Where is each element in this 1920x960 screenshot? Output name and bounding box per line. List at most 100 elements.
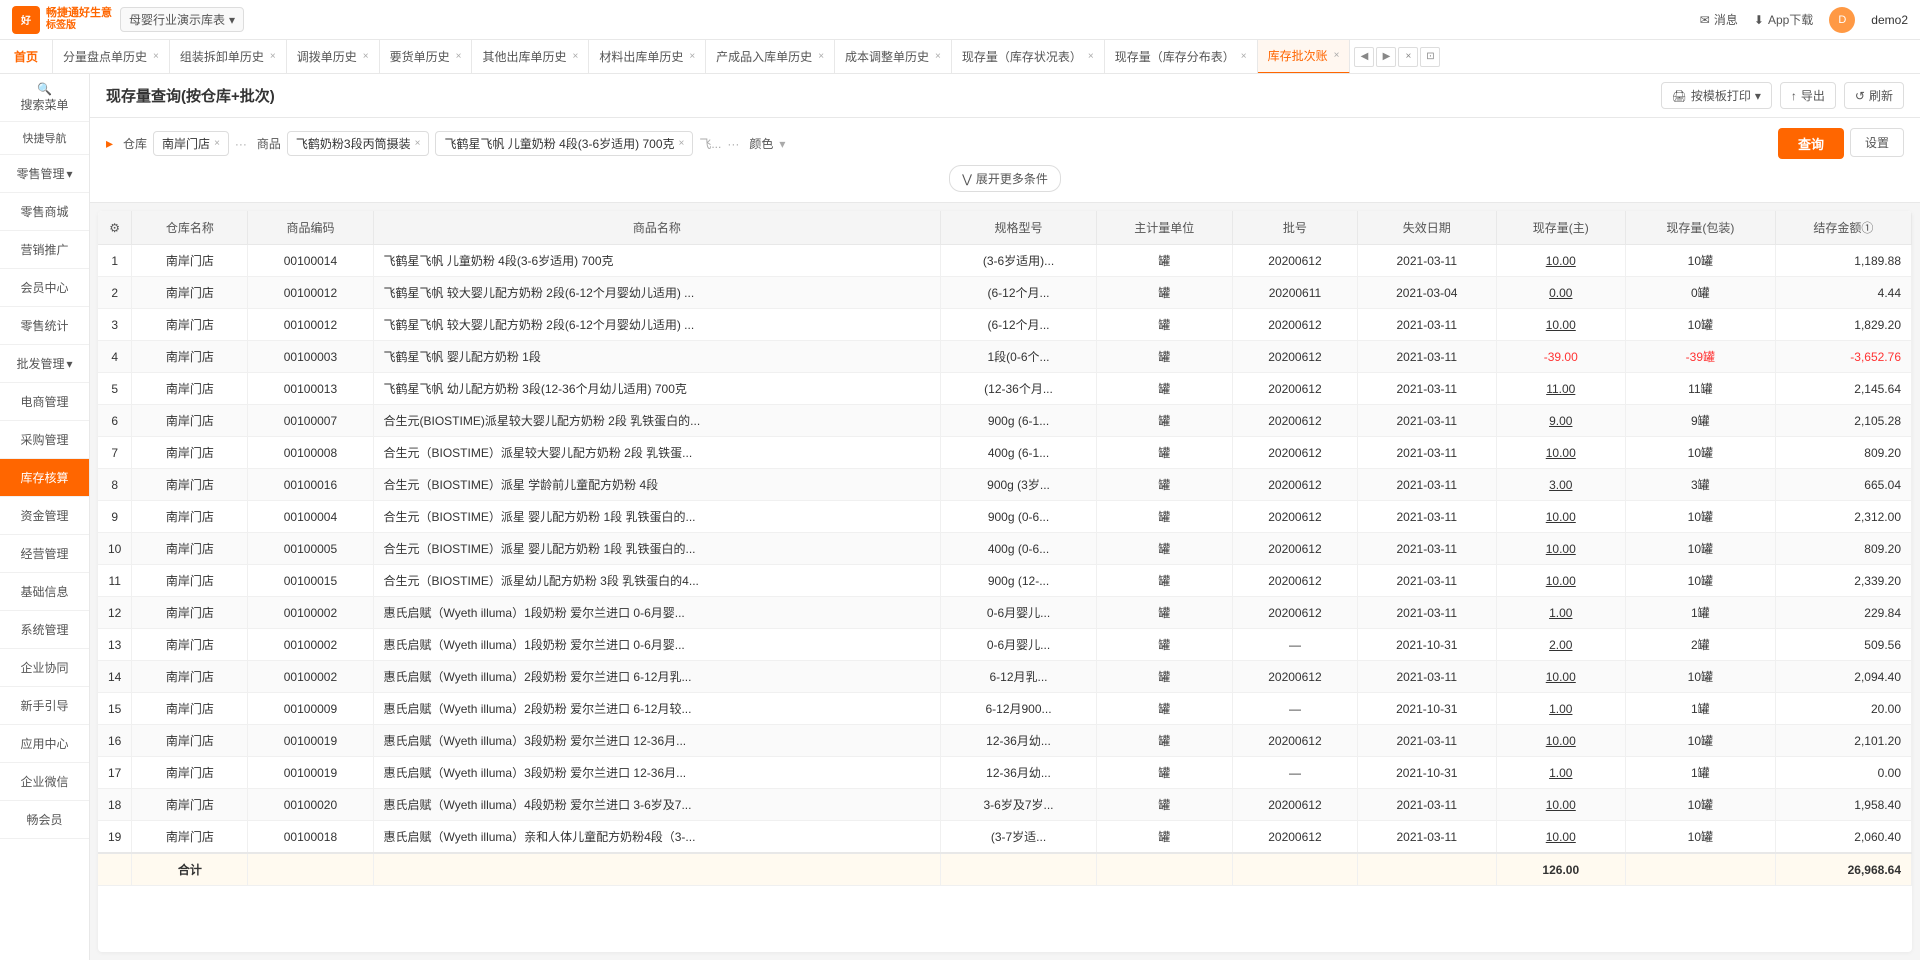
cell-qty-main[interactable]: 1.00 xyxy=(1496,597,1625,629)
cell-qty-main[interactable]: 2.00 xyxy=(1496,629,1625,661)
header-actions: 🖨 按模板打印 ▾ ↑ 导出 ↺ 刷新 xyxy=(1661,82,1904,109)
org-selector[interactable]: 母婴行业演示库表 ▾ xyxy=(120,7,244,32)
cell-qty-main[interactable]: 10.00 xyxy=(1496,821,1625,854)
export-button[interactable]: ↑ 导出 xyxy=(1780,82,1836,109)
sidebar-item-retail-stats[interactable]: 零售统计 xyxy=(0,307,89,345)
tab-xian-cun2[interactable]: 现存量（库存分布表） × xyxy=(1105,40,1258,74)
tab-qi-ta[interactable]: 其他出库单历史 × xyxy=(472,40,589,74)
cell-qty-main[interactable]: 9.00 xyxy=(1496,405,1625,437)
sidebar-item-guide[interactable]: 新手引导 xyxy=(0,687,89,725)
cell-qty-main[interactable]: 1.00 xyxy=(1496,757,1625,789)
cell-qty-main[interactable]: 10.00 xyxy=(1496,725,1625,757)
cell-unit: 罐 xyxy=(1096,565,1232,597)
tab-close-icon[interactable]: × xyxy=(689,51,695,62)
setting-button[interactable]: 设置 xyxy=(1850,128,1904,157)
ellipsis-product[interactable]: ··· xyxy=(727,137,739,151)
cell-amount: 229.84 xyxy=(1775,597,1911,629)
col-settings[interactable]: ⚙ xyxy=(98,211,132,245)
tab-close-icon[interactable]: × xyxy=(270,51,276,62)
query-button[interactable]: 查询 xyxy=(1778,128,1844,159)
sidebar-item-ecommerce[interactable]: 电商管理 xyxy=(0,383,89,421)
sum-cell-3 xyxy=(373,853,941,886)
tab-close-icon[interactable]: × xyxy=(153,51,159,62)
app-download-btn[interactable]: ⬇ App下载 xyxy=(1754,11,1813,28)
sidebar-item-wholesale[interactable]: 批发管理 ▾ xyxy=(0,345,89,383)
tab-close-icon[interactable]: × xyxy=(1241,51,1247,62)
expand-more-btn[interactable]: ⋁ 展开更多条件 xyxy=(949,165,1061,192)
sidebar-item-app-center[interactable]: 应用中心 xyxy=(0,725,89,763)
cell-qty-main[interactable]: 10.00 xyxy=(1496,661,1625,693)
tab-close-icon[interactable]: × xyxy=(572,51,578,62)
cell-qty-main[interactable]: 10.00 xyxy=(1496,309,1625,341)
cell-qty-main[interactable]: 11.00 xyxy=(1496,373,1625,405)
tab-close-icon[interactable]: × xyxy=(935,51,941,62)
sidebar-item-weixin[interactable]: 企业微信 xyxy=(0,763,89,801)
sidebar-item-purchase[interactable]: 采购管理 xyxy=(0,421,89,459)
tab-menu-btn[interactable]: ⊡ xyxy=(1420,47,1440,67)
tab-pi-ci[interactable]: 库存批次账 × xyxy=(1258,40,1351,74)
warehouse-tag[interactable]: 南岸门店 × xyxy=(153,131,229,156)
remove-warehouse-icon[interactable]: × xyxy=(214,138,220,149)
sidebar-item-business[interactable]: 经营管理 xyxy=(0,535,89,573)
cell-qty-main[interactable]: 1.00 xyxy=(1496,693,1625,725)
sidebar-item-marketing[interactable]: 营销推广 xyxy=(0,231,89,269)
sidebar-item-retail-mgmt[interactable]: 零售管理 ▾ xyxy=(0,155,89,193)
remove-product1-icon[interactable]: × xyxy=(415,138,421,149)
tab-diao-bo[interactable]: 调拨单历史 × xyxy=(287,40,380,74)
cell-qty-main[interactable]: 10.00 xyxy=(1496,501,1625,533)
product-tag-1[interactable]: 飞鹤奶粉3段丙筒摄装 × xyxy=(287,131,430,156)
chevron-down-icon: ⋁ xyxy=(962,172,972,186)
cell-qty-main[interactable]: 3.00 xyxy=(1496,469,1625,501)
ellipsis-warehouse[interactable]: ··· xyxy=(235,137,247,151)
cell-qty-main[interactable]: 10.00 xyxy=(1496,565,1625,597)
sidebar-item-inventory[interactable]: 库存核算 xyxy=(0,459,89,497)
cell-qty-main[interactable]: 10.00 xyxy=(1496,437,1625,469)
sidebar-item-finance[interactable]: 资金管理 xyxy=(0,497,89,535)
tab-close-icon[interactable]: × xyxy=(456,51,462,62)
remove-product2-icon[interactable]: × xyxy=(679,138,685,149)
tab-prev-btn[interactable]: ◀ xyxy=(1354,47,1374,67)
sidebar-nav[interactable]: 快捷导航 xyxy=(0,122,89,155)
sidebar-search[interactable]: 🔍 搜索菜单 xyxy=(0,74,89,122)
cell-qty-main[interactable]: 10.00 xyxy=(1496,789,1625,821)
tab-close-icon[interactable]: × xyxy=(363,51,369,62)
cell-qty-main[interactable]: 10.00 xyxy=(1496,245,1625,277)
tab-fen-pan[interactable]: 分量盘点单历史 × xyxy=(53,40,170,74)
tab-close-icon[interactable]: × xyxy=(818,51,824,62)
sidebar-item-collab[interactable]: 企业协同 xyxy=(0,649,89,687)
tab-close-icon[interactable]: × xyxy=(1088,51,1094,62)
sidebar-item-basic[interactable]: 基础信息 xyxy=(0,573,89,611)
cell-code: 00100012 xyxy=(248,309,373,341)
product-tag-2[interactable]: 飞鹤星飞帆 儿童奶粉 4段(3-6岁适用) 700克 × xyxy=(435,131,693,156)
tab-yao-huo[interactable]: 要货单历史 × xyxy=(380,40,473,74)
tab-chan-pin[interactable]: 产成品入库单历史 × xyxy=(706,40,835,74)
cell-name: 飞鹤星飞帆 较大婴儿配方奶粉 2段(6-12个月婴幼儿适用) ... xyxy=(373,277,941,309)
tab-bar: 首页 分量盘点单历史 × 组装拆卸单历史 × 调拨单历史 × 要货单历史 × 其… xyxy=(0,40,1920,74)
sidebar-item-member[interactable]: 会员中心 xyxy=(0,269,89,307)
cell-qty-main[interactable]: 0.00 xyxy=(1496,277,1625,309)
sidebar-item-retail-mall[interactable]: 零售商城 xyxy=(0,193,89,231)
tab-close-icon[interactable]: × xyxy=(1334,50,1340,61)
cell-qty-main[interactable]: 10.00 xyxy=(1496,533,1625,565)
cell-warehouse: 南岸门店 xyxy=(132,405,248,437)
refresh-button[interactable]: ↺ 刷新 xyxy=(1844,82,1904,109)
message-btn[interactable]: ✉ 消息 xyxy=(1700,11,1738,28)
tab-home[interactable]: 首页 xyxy=(0,40,53,74)
tab-cai-liao[interactable]: 材料出库单历史 × xyxy=(589,40,706,74)
tab-cheng-ben[interactable]: 成本调整单历史 × xyxy=(835,40,952,74)
avatar[interactable]: D xyxy=(1829,7,1855,33)
cell-code: 00100003 xyxy=(248,341,373,373)
col-qty-pkg: 现存量(包装) xyxy=(1626,211,1776,245)
col-batch: 批号 xyxy=(1232,211,1357,245)
sidebar-item-chang-member[interactable]: 畅会员 xyxy=(0,801,89,839)
tab-xian-cun1[interactable]: 现存量（库存状况表） × xyxy=(952,40,1105,74)
tab-zu-chai[interactable]: 组装拆卸单历史 × xyxy=(170,40,287,74)
tab-close-all-btn[interactable]: × xyxy=(1398,47,1418,67)
sidebar-item-system[interactable]: 系统管理 xyxy=(0,611,89,649)
cell-qty-main[interactable]: -39.00 xyxy=(1496,341,1625,373)
toggle-filter-btn[interactable]: ▸ xyxy=(106,135,113,152)
print-button[interactable]: 🖨 按模板打印 ▾ xyxy=(1661,82,1772,109)
cell-name: 合生元（BIOSTIME）派星 婴儿配方奶粉 1段 乳铁蛋白的... xyxy=(373,533,941,565)
color-dropdown[interactable]: ▾ xyxy=(779,137,785,151)
tab-next-btn[interactable]: ▶ xyxy=(1376,47,1396,67)
